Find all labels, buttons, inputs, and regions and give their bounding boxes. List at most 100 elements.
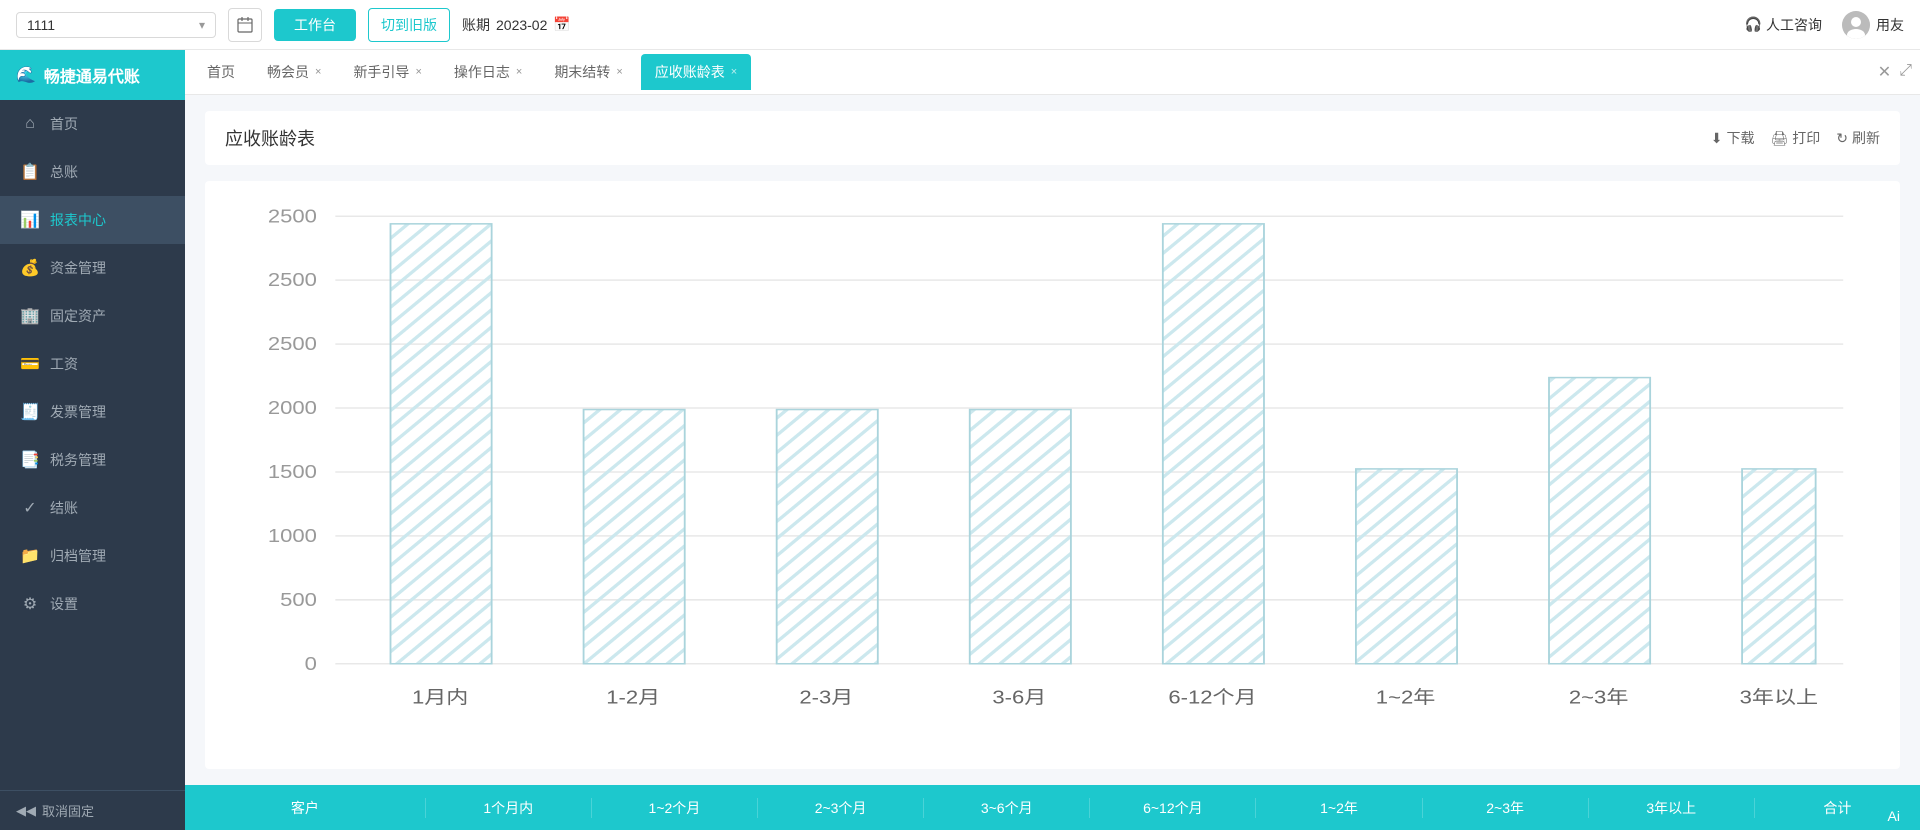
print-label: 打印 xyxy=(1792,128,1820,148)
tab-aging[interactable]: 应收账龄表× xyxy=(641,54,751,90)
tab-close-guide[interactable]: × xyxy=(415,66,421,78)
page-title: 应收账龄表 xyxy=(225,125,315,151)
sidebar-item-settings[interactable]: ⚙ 设置 xyxy=(0,580,185,628)
svg-text:3年以上: 3年以上 xyxy=(1740,687,1818,708)
svg-text:1-2月: 1-2月 xyxy=(606,688,660,708)
period-calendar-icon[interactable]: 📅 xyxy=(553,16,570,33)
sidebar-item-salary[interactable]: 💳 工资 xyxy=(0,340,185,388)
sidebar-item-invoice[interactable]: 🧾 发票管理 xyxy=(0,388,185,436)
sidebar-icon-reports: 📊 xyxy=(20,210,40,230)
sidebar-label-checkout: 结账 xyxy=(50,498,78,518)
tab-close-member[interactable]: × xyxy=(315,66,321,78)
table-header-col-6: 1~2年 xyxy=(1256,798,1422,818)
switch-version-button[interactable]: 切到旧版 xyxy=(368,8,450,42)
sidebar-icon-home: ⌂ xyxy=(20,115,40,133)
tab-member[interactable]: 畅会员 × xyxy=(253,54,335,90)
top-header: 1111 ▾ 工作台 切到旧版 账期 2023-02 📅 🎧 人工咨询 xyxy=(0,0,1920,50)
sidebar-label-reports: 报表中心 xyxy=(50,210,106,230)
sidebar-item-home[interactable]: ⌂ 首页 xyxy=(0,100,185,148)
workbench-button[interactable]: 工作台 xyxy=(274,9,356,41)
sidebar-item-checkout[interactable]: ✓ 结账 xyxy=(0,484,185,532)
svg-text:1500: 1500 xyxy=(268,463,317,483)
tab-label-home: 首页 xyxy=(207,62,235,82)
expand-tab-button[interactable]: ⤢ xyxy=(1899,62,1912,82)
period-value: 2023-02 xyxy=(496,17,547,33)
sidebar-icon-invoice: 🧾 xyxy=(20,402,40,422)
download-button[interactable]: ⬇ 下载 xyxy=(1711,128,1755,148)
sidebar-item-ledger[interactable]: 📋 总账 xyxy=(0,148,185,196)
sidebar-item-assets[interactable]: 🏢 固定资产 xyxy=(0,292,185,340)
sidebar-label-assets: 固定资产 xyxy=(50,306,106,326)
svg-text:1000: 1000 xyxy=(268,527,317,547)
table-header-col-7: 2~3年 xyxy=(1423,798,1589,818)
sidebar-label-funds: 资金管理 xyxy=(50,258,106,278)
close-tab-button[interactable]: ✕ xyxy=(1878,62,1891,82)
chart-container: 2500 2500 2500 2000 1500 1000 500 0 xyxy=(205,181,1900,769)
sidebar-icon-assets: 🏢 xyxy=(20,306,40,326)
sidebar-item-archive[interactable]: 📁 归档管理 xyxy=(0,532,185,580)
tab-guide[interactable]: 新手引导 × xyxy=(339,54,435,90)
page-actions: ⬇ 下载 🖨 打印 ↻ 刷新 xyxy=(1711,128,1880,148)
svg-text:3-6月: 3-6月 xyxy=(992,688,1046,708)
refresh-icon: ↻ xyxy=(1836,130,1848,147)
tab-label-guide: 新手引导 xyxy=(353,62,409,82)
logo-text: 畅捷通易代账 xyxy=(44,63,140,87)
headset-icon: 🎧 xyxy=(1745,16,1762,33)
print-button[interactable]: 🖨 打印 xyxy=(1770,128,1820,148)
sidebar-label-invoice: 发票管理 xyxy=(50,402,106,422)
tab-closing[interactable]: 期末结转 × xyxy=(540,54,636,90)
tab-label-closing: 期末结转 xyxy=(554,62,610,82)
tab-oplog[interactable]: 操作日志 × xyxy=(440,54,536,90)
tab-close-aging[interactable]: × xyxy=(731,66,737,78)
svg-text:2500: 2500 xyxy=(268,207,317,227)
sidebar-icon-salary: 💳 xyxy=(20,354,40,374)
svg-text:1月内: 1月内 xyxy=(412,687,468,708)
company-name: 1111 xyxy=(27,17,191,33)
sidebar-label-ledger: 总账 xyxy=(50,162,78,182)
avatar xyxy=(1842,11,1870,39)
sidebar-icon-settings: ⚙ xyxy=(20,594,40,614)
sidebar-item-tax[interactable]: 📑 税务管理 xyxy=(0,436,185,484)
ai-badge[interactable]: Ai xyxy=(1868,802,1920,830)
svg-text:0: 0 xyxy=(305,655,317,675)
print-icon: 🖨 xyxy=(1770,130,1788,147)
refresh-button[interactable]: ↻ 刷新 xyxy=(1836,128,1880,148)
tab-label-oplog: 操作日志 xyxy=(454,62,510,82)
tab-close-closing[interactable]: × xyxy=(616,66,622,78)
sidebar-icon-ledger: 📋 xyxy=(20,162,40,182)
sidebar-label-settings: 设置 xyxy=(50,594,78,614)
svg-text:2~3年: 2~3年 xyxy=(1569,687,1628,708)
consult-button[interactable]: 🎧 人工咨询 xyxy=(1745,15,1822,35)
sidebar-nav: ⌂ 首页 📋 总账 📊 报表中心 💰 资金管理 🏢 固定资产 💳 工资 🧾 发票… xyxy=(0,100,185,790)
sidebar-icon-checkout: ✓ xyxy=(20,498,40,518)
table-header-col-2: 1~2个月 xyxy=(592,798,758,818)
logo-icon: 🌊 xyxy=(16,65,36,85)
sidebar-item-reports[interactable]: 📊 报表中心 xyxy=(0,196,185,244)
calendar-button[interactable] xyxy=(228,8,262,42)
user-info[interactable]: 用友 xyxy=(1842,11,1904,39)
refresh-label: 刷新 xyxy=(1852,128,1880,148)
table-header-col-4: 3~6个月 xyxy=(924,798,1090,818)
chevron-down-icon: ▾ xyxy=(199,18,205,32)
tabs-bar: 首页畅会员×新手引导×操作日志×期末结转×应收账龄表× ✕ ⤢ xyxy=(185,50,1920,95)
tab-close-oplog[interactable]: × xyxy=(516,66,522,78)
bar-chart: 2500 2500 2500 2000 1500 1000 500 0 xyxy=(225,201,1880,749)
sidebar-bottom-pin[interactable]: ◀◀ 取消固定 xyxy=(0,790,185,830)
company-selector[interactable]: 1111 ▾ xyxy=(16,12,216,38)
sidebar-item-funds[interactable]: 💰 资金管理 xyxy=(0,244,185,292)
table-header-col-3: 2~3个月 xyxy=(758,798,924,818)
main-layout: 🌊 畅捷通易代账 ⌂ 首页 📋 总账 📊 报表中心 💰 资金管理 🏢 固定资产 … xyxy=(0,50,1920,830)
svg-text:2500: 2500 xyxy=(268,335,317,355)
download-icon: ⬇ xyxy=(1711,130,1723,147)
tab-home[interactable]: 首页 xyxy=(193,54,249,90)
consult-label: 人工咨询 xyxy=(1766,15,1822,35)
tab-label-member: 畅会员 xyxy=(267,62,309,82)
download-label: 下载 xyxy=(1726,128,1754,148)
sidebar-icon-tax: 📑 xyxy=(20,450,40,470)
sidebar-icon-archive: 📁 xyxy=(20,546,40,566)
sidebar: 🌊 畅捷通易代账 ⌂ 首页 📋 总账 📊 报表中心 💰 资金管理 🏢 固定资产 … xyxy=(0,50,185,830)
content-area: 首页畅会员×新手引导×操作日志×期末结转×应收账龄表× ✕ ⤢ 应收账龄表 ⬇ … xyxy=(185,50,1920,830)
svg-text:500: 500 xyxy=(280,591,317,611)
sidebar-icon-funds: 💰 xyxy=(20,258,40,278)
svg-text:2500: 2500 xyxy=(268,271,317,291)
